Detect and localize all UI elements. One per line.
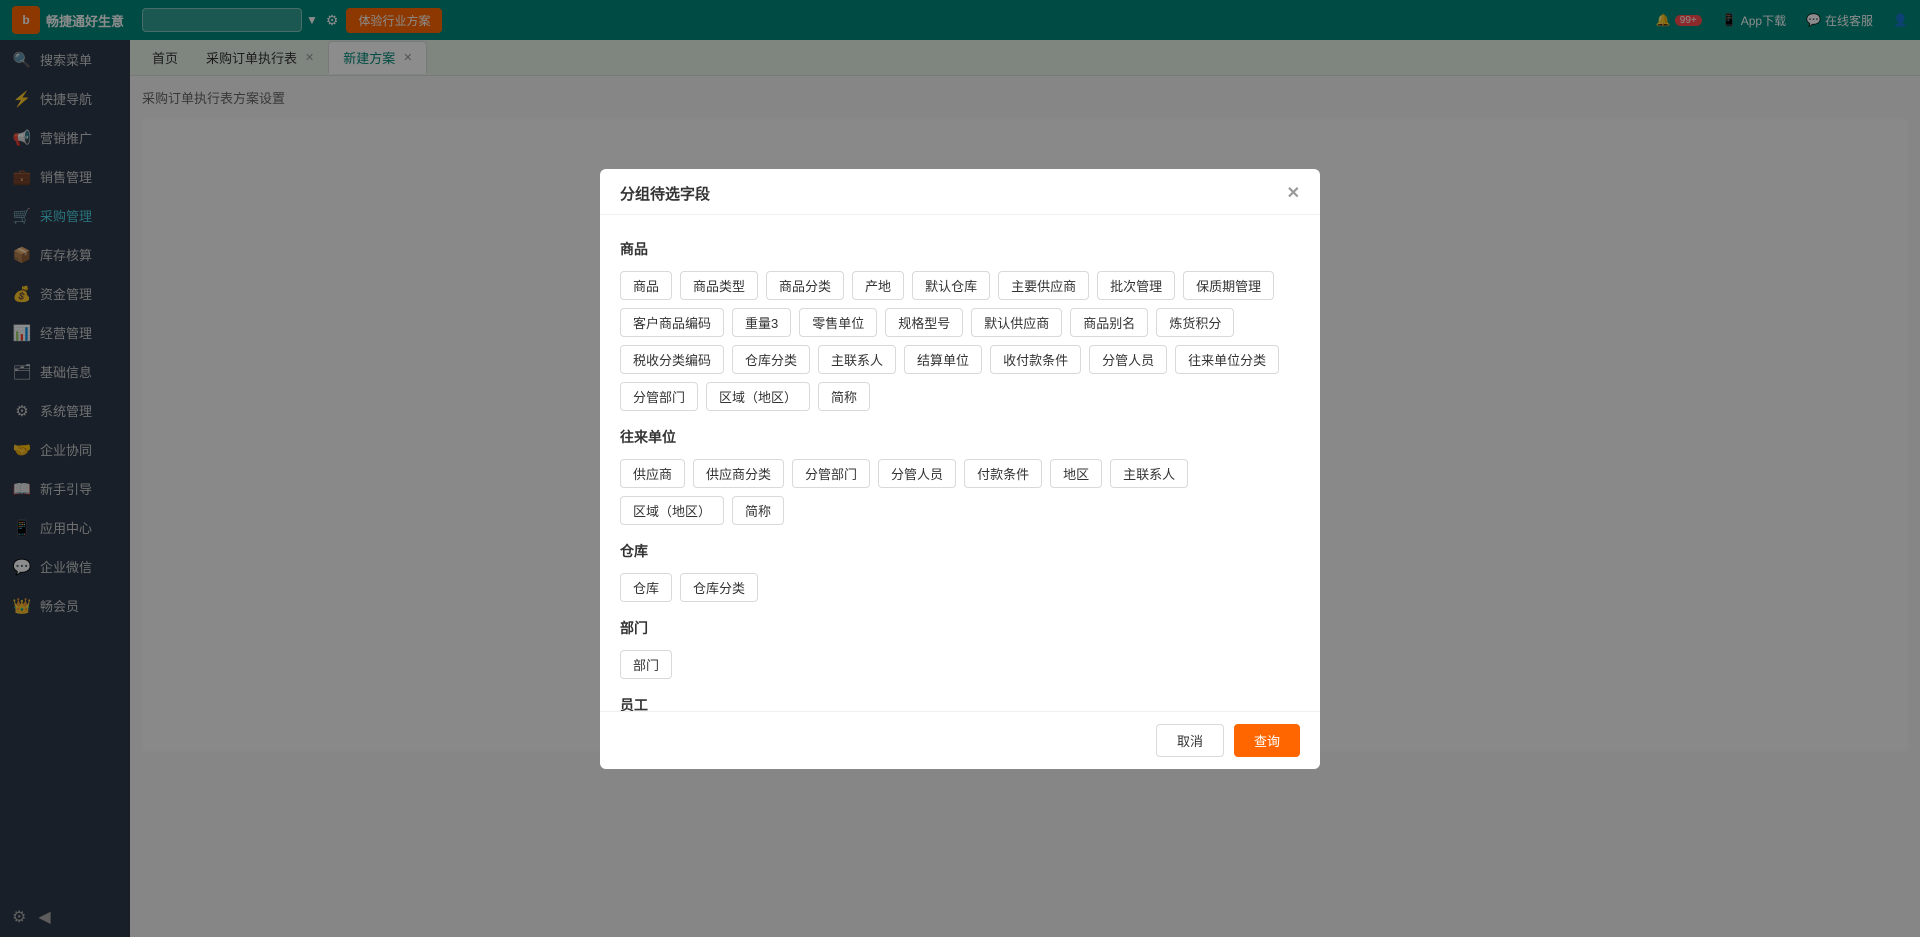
field-tag[interactable]: 分管人员 bbox=[878, 459, 956, 488]
field-tag[interactable]: 税收分类编码 bbox=[620, 345, 724, 374]
field-tag[interactable]: 付款条件 bbox=[964, 459, 1042, 488]
field-tag[interactable]: 区域（地区） bbox=[706, 382, 810, 411]
modal-body: 商品商品商品类型商品分类产地默认仓库主要供应商批次管理保质期管理客户商品编码重量… bbox=[600, 215, 1320, 711]
field-tag[interactable]: 往来单位分类 bbox=[1175, 345, 1279, 374]
field-tag[interactable]: 商品分类 bbox=[766, 271, 844, 300]
field-tag[interactable]: 分管部门 bbox=[792, 459, 870, 488]
field-tag[interactable]: 产地 bbox=[852, 271, 904, 300]
fields-grid-商品: 商品商品类型商品分类产地默认仓库主要供应商批次管理保质期管理客户商品编码重量3 零… bbox=[620, 271, 1300, 411]
fields-grid-部门: 部门 bbox=[620, 650, 1300, 679]
modal-footer: 取消 查询 bbox=[600, 711, 1320, 769]
field-tag[interactable]: 默认供应商 bbox=[971, 308, 1062, 337]
field-tag[interactable]: 客户商品编码 bbox=[620, 308, 724, 337]
field-tag[interactable]: 主联系人 bbox=[1110, 459, 1188, 488]
section-title-员工: 员工 bbox=[620, 695, 1300, 711]
field-tag[interactable]: 重量3 bbox=[732, 308, 791, 337]
modal-header: 分组待选字段 ✕ bbox=[600, 169, 1320, 215]
field-tag[interactable]: 商品类型 bbox=[680, 271, 758, 300]
field-tag[interactable]: 区域（地区） bbox=[620, 496, 724, 525]
field-tag[interactable]: 仓库分类 bbox=[680, 573, 758, 602]
field-tag[interactable]: 规格型号 bbox=[885, 308, 963, 337]
field-tag[interactable]: 分管部门 bbox=[620, 382, 698, 411]
confirm-button[interactable]: 查询 bbox=[1234, 724, 1300, 757]
field-tag[interactable]: 主联系人 bbox=[818, 345, 896, 374]
field-tag[interactable]: 部门 bbox=[620, 650, 672, 679]
field-tag[interactable]: 供应商分类 bbox=[693, 459, 784, 488]
field-tag[interactable]: 零售单位 bbox=[799, 308, 877, 337]
field-tag[interactable]: 简称 bbox=[818, 382, 870, 411]
modal-dialog: 分组待选字段 ✕ 商品商品商品类型商品分类产地默认仓库主要供应商批次管理保质期管… bbox=[600, 169, 1320, 769]
section-title-往来单位: 往来单位 bbox=[620, 427, 1300, 447]
field-tag[interactable]: 供应商 bbox=[620, 459, 685, 488]
fields-grid-仓库: 仓库仓库分类 bbox=[620, 573, 1300, 602]
section-title-部门: 部门 bbox=[620, 618, 1300, 638]
field-tag[interactable]: 结算单位 bbox=[904, 345, 982, 374]
field-tag[interactable]: 仓库分类 bbox=[732, 345, 810, 374]
modal-title: 分组待选字段 bbox=[620, 183, 710, 204]
field-tag[interactable]: 主要供应商 bbox=[998, 271, 1089, 300]
modal-overlay: 分组待选字段 ✕ 商品商品商品类型商品分类产地默认仓库主要供应商批次管理保质期管… bbox=[0, 0, 1920, 937]
field-tag[interactable]: 商品 bbox=[620, 271, 672, 300]
fields-grid-往来单位: 供应商供应商分类分管部门分管人员付款条件地区主联系人区域（地区） 简称 bbox=[620, 459, 1300, 525]
field-tag[interactable]: 仓库 bbox=[620, 573, 672, 602]
field-tag[interactable]: 炼货积分 bbox=[1156, 308, 1234, 337]
field-tag[interactable]: 分管人员 bbox=[1089, 345, 1167, 374]
field-tag[interactable]: 地区 bbox=[1050, 459, 1102, 488]
cancel-button[interactable]: 取消 bbox=[1156, 724, 1224, 757]
field-tag[interactable]: 收付款条件 bbox=[990, 345, 1081, 374]
modal-close-button[interactable]: ✕ bbox=[1287, 183, 1300, 203]
field-tag[interactable]: 批次管理 bbox=[1097, 271, 1175, 300]
field-tag[interactable]: 保质期管理 bbox=[1183, 271, 1274, 300]
field-tag[interactable]: 商品别名 bbox=[1070, 308, 1148, 337]
field-tag[interactable]: 简称 bbox=[732, 496, 784, 525]
field-tag[interactable]: 默认仓库 bbox=[912, 271, 990, 300]
section-title-商品: 商品 bbox=[620, 239, 1300, 259]
section-title-仓库: 仓库 bbox=[620, 541, 1300, 561]
